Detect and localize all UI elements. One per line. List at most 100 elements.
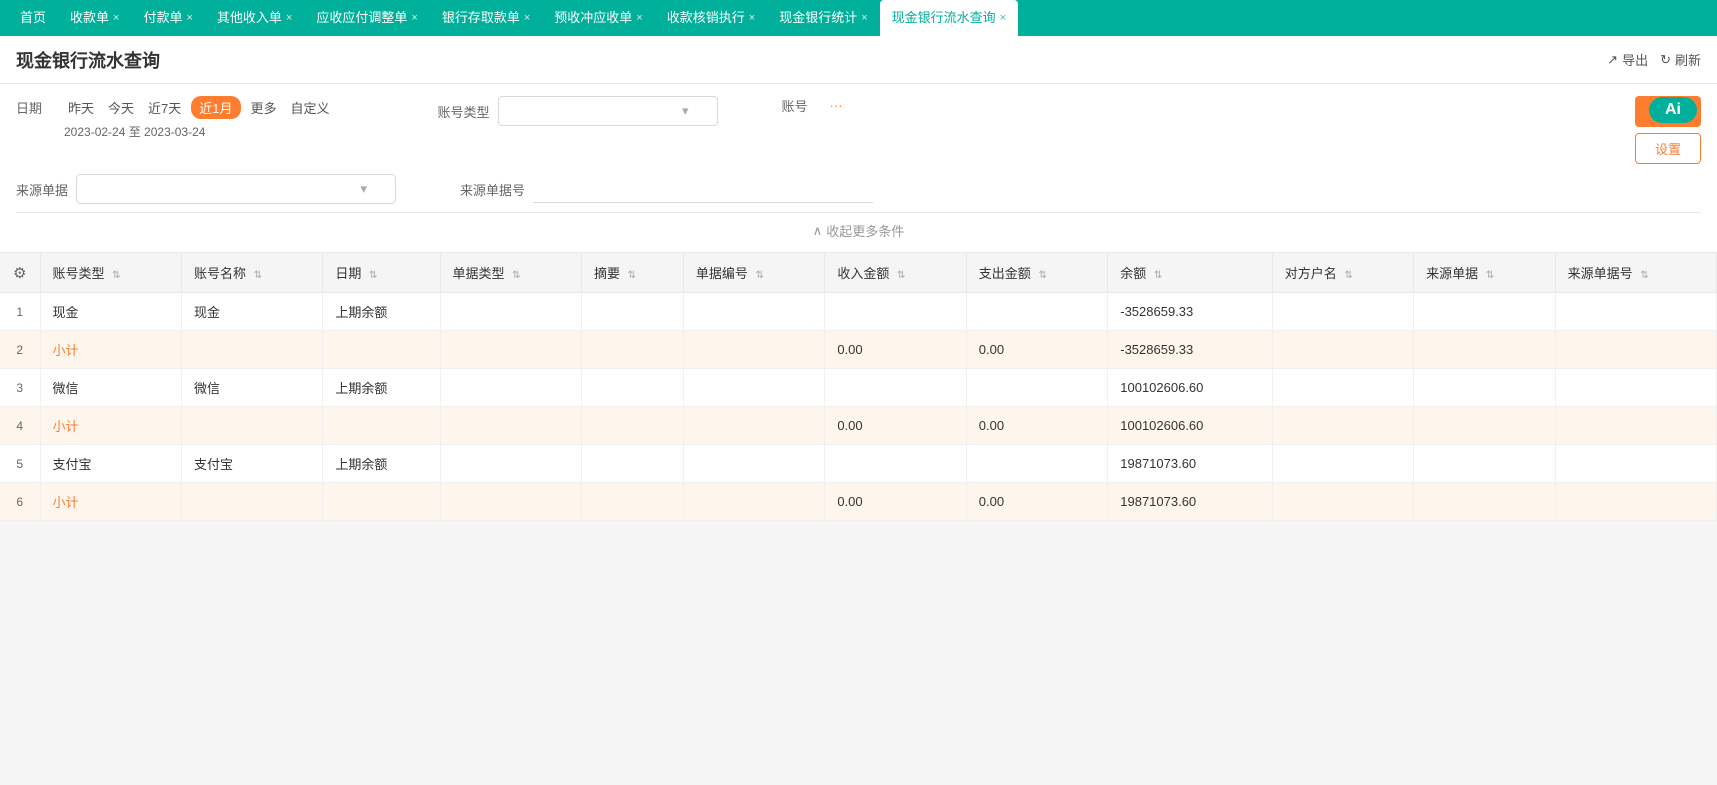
col-account-name[interactable]: 账号名称 ⇅	[181, 253, 322, 293]
gear-icon[interactable]: ⚙	[13, 265, 26, 282]
sort-icon: ⇅	[1486, 270, 1494, 281]
date-opt-yesterday[interactable]: 昨天	[64, 96, 98, 119]
col-balance[interactable]: 余额 ⇅	[1108, 253, 1272, 293]
source-doc-no-input[interactable]	[533, 175, 873, 203]
sort-icon: ⇅	[112, 270, 120, 281]
refresh-button[interactable]: ↻ 刷新	[1660, 50, 1701, 69]
cell-source-doc-no	[1555, 407, 1716, 445]
close-icon[interactable]: ×	[186, 0, 192, 36]
page-header: 现金银行流水查询 ↗ 导出 ↻ 刷新	[0, 36, 1717, 84]
cell-account-name	[181, 407, 322, 445]
cell-income: 0.00	[825, 407, 966, 445]
nav-tab-liushui-chaxun[interactable]: 现金银行流水查询 ×	[880, 0, 1018, 36]
settings-button[interactable]: 设置	[1635, 133, 1701, 164]
col-account-type[interactable]: 账号类型 ⇅	[40, 253, 181, 293]
sort-icon: ⇅	[1154, 270, 1162, 281]
col-source-doc[interactable]: 来源单据 ⇅	[1414, 253, 1555, 293]
data-table: ⚙ 账号类型 ⇅ 账号名称 ⇅ 日期 ⇅ 单据类型 ⇅	[0, 253, 1717, 521]
cell-account-name	[181, 483, 322, 521]
date-opt-1month[interactable]: 近1月	[191, 96, 240, 119]
chevron-up-icon: ∧	[813, 223, 823, 239]
cell-balance: -3528659.33	[1108, 293, 1272, 331]
nav-home[interactable]: 首页	[8, 0, 58, 36]
date-opt-more[interactable]: 更多	[247, 96, 281, 119]
nav-tab-yinhang[interactable]: 银行存取款单 ×	[430, 0, 542, 36]
date-opt-custom[interactable]: 自定义	[287, 96, 334, 119]
cell-counterparty	[1272, 445, 1413, 483]
page-title: 现金银行流水查询	[16, 47, 160, 73]
cell-balance: -3528659.33	[1108, 331, 1272, 369]
sort-icon: ⇅	[897, 270, 905, 281]
cell-account-name: 微信	[181, 369, 322, 407]
table-row[interactable]: 5 支付宝 支付宝 上期余额 19871073.60	[0, 445, 1717, 483]
date-opt-today[interactable]: 今天	[104, 96, 138, 119]
collapse-conditions-button[interactable]: ∧ 收起更多条件	[16, 212, 1701, 240]
cell-doc-type	[440, 331, 581, 369]
cell-num: 5	[0, 445, 40, 483]
ai-badge[interactable]: Ai	[1649, 97, 1697, 123]
col-expense[interactable]: 支出金额 ⇅	[966, 253, 1107, 293]
col-income[interactable]: 收入金额 ⇅	[825, 253, 966, 293]
date-opt-7days[interactable]: 近7天	[144, 96, 185, 119]
nav-tab-yingshou[interactable]: 应收应付调整单 ×	[304, 0, 429, 36]
export-icon: ↗	[1607, 52, 1618, 68]
nav-tab-xianjin-tongji[interactable]: 现金银行统计 ×	[767, 0, 879, 36]
account-type-select[interactable]: ▾	[498, 96, 718, 126]
export-button[interactable]: ↗ 导出	[1607, 50, 1648, 69]
cell-num: 1	[0, 293, 40, 331]
close-icon[interactable]: ×	[861, 0, 867, 36]
nav-tab-shoukuan[interactable]: 收款单 ×	[58, 0, 131, 36]
cell-num: 3	[0, 369, 40, 407]
refresh-icon: ↻	[1660, 52, 1671, 68]
col-source-doc-no[interactable]: 来源单据号 ⇅	[1555, 253, 1716, 293]
cell-num: 2	[0, 331, 40, 369]
col-summary[interactable]: 摘要 ⇅	[581, 253, 683, 293]
cell-num: 4	[0, 407, 40, 445]
close-icon[interactable]: ×	[524, 0, 530, 36]
cell-source-doc	[1414, 293, 1555, 331]
close-icon[interactable]: ×	[286, 0, 292, 36]
source-doc-select[interactable]: ▾	[76, 174, 396, 204]
col-counterparty[interactable]: 对方户名 ⇅	[1272, 253, 1413, 293]
cell-summary	[581, 407, 683, 445]
cell-source-doc-no	[1555, 331, 1716, 369]
cell-summary	[581, 483, 683, 521]
table-row[interactable]: 4 小计 0.00 0.00 100102606.60	[0, 407, 1717, 445]
col-doc-type[interactable]: 单据类型 ⇅	[440, 253, 581, 293]
nav-tab-yushou[interactable]: 预收冲应收单 ×	[542, 0, 654, 36]
close-icon[interactable]: ×	[1000, 0, 1006, 36]
nav-tab-qita[interactable]: 其他收入单 ×	[205, 0, 304, 36]
table-row[interactable]: 2 小计 0.00 0.00 -3528659.33	[0, 331, 1717, 369]
sort-icon: ⇅	[512, 270, 520, 281]
cell-source-doc-no	[1555, 445, 1716, 483]
cell-account-name: 现金	[181, 293, 322, 331]
cell-account-name: 支付宝	[181, 445, 322, 483]
date-label: 日期	[16, 98, 56, 117]
date-options: 昨天 今天 近7天 近1月 更多 自定义	[64, 96, 334, 119]
table-row[interactable]: 1 现金 现金 上期余额 -3528659.33	[0, 293, 1717, 331]
account-type-label: 账号类型	[438, 102, 490, 121]
cell-num: 6	[0, 483, 40, 521]
col-settings[interactable]: ⚙	[0, 253, 40, 293]
nav-tab-shoukuan-hexiao[interactable]: 收款核销执行 ×	[655, 0, 767, 36]
cell-source-doc	[1414, 445, 1555, 483]
close-icon[interactable]: ×	[636, 0, 642, 36]
table-row[interactable]: 3 微信 微信 上期余额 100102606.60	[0, 369, 1717, 407]
table-row[interactable]: 6 小计 0.00 0.00 19871073.60	[0, 483, 1717, 521]
cell-date	[323, 407, 440, 445]
cell-doc-no	[683, 445, 824, 483]
cell-counterparty	[1272, 293, 1413, 331]
close-icon[interactable]: ×	[411, 0, 417, 36]
col-doc-no[interactable]: 单据编号 ⇅	[683, 253, 824, 293]
cell-account-type: 小计	[40, 331, 181, 369]
close-icon[interactable]: ×	[749, 0, 755, 36]
cell-date: 上期余额	[323, 293, 440, 331]
cell-doc-type	[440, 293, 581, 331]
data-table-wrapper: ⚙ 账号类型 ⇅ 账号名称 ⇅ 日期 ⇅ 单据类型 ⇅	[0, 253, 1717, 521]
cell-income	[825, 369, 966, 407]
more-dots[interactable]: ···	[830, 98, 843, 113]
close-icon[interactable]: ×	[113, 0, 119, 36]
nav-tab-fukuan[interactable]: 付款单 ×	[131, 0, 204, 36]
cell-source-doc-no	[1555, 369, 1716, 407]
col-date[interactable]: 日期 ⇅	[323, 253, 440, 293]
